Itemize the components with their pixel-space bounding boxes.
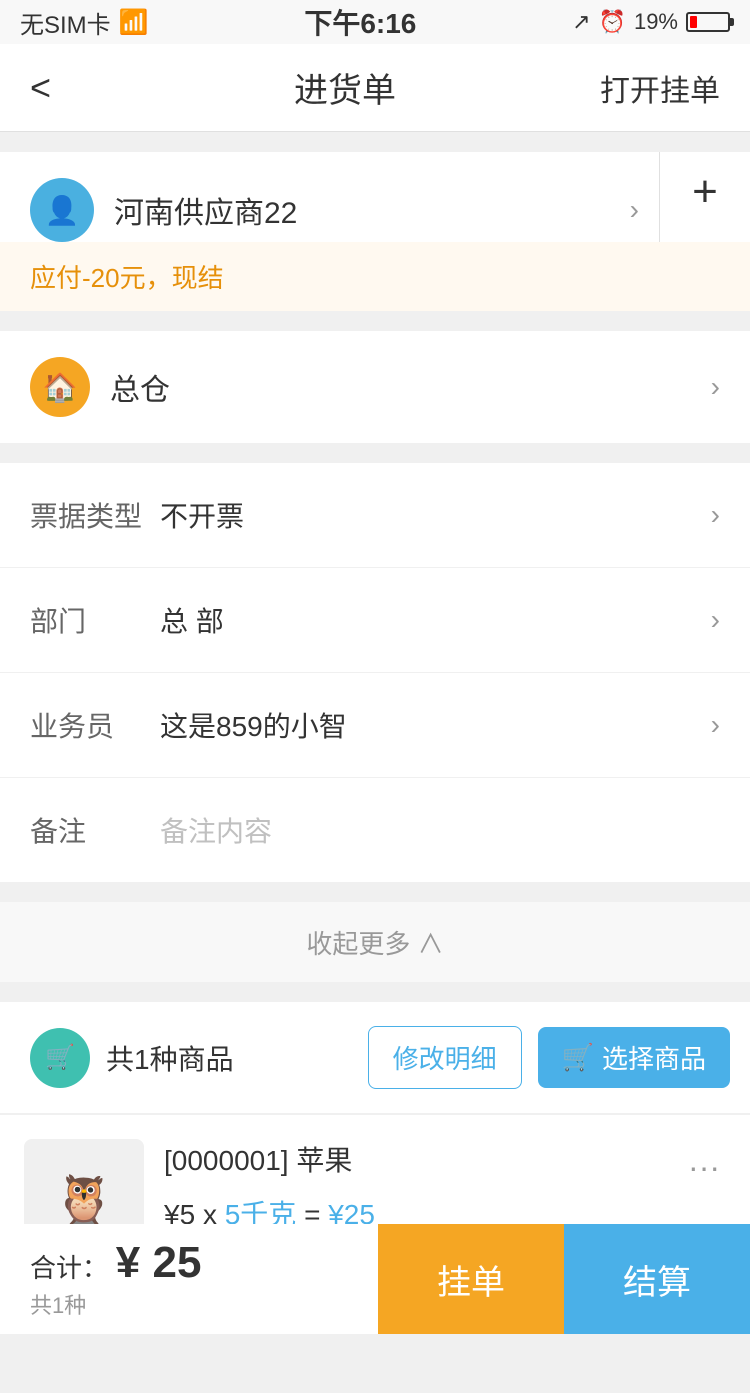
open-pending-button[interactable]: 打开挂单: [600, 66, 720, 110]
gap-1: [0, 132, 750, 152]
supplier-avatar: 👤: [30, 178, 94, 242]
total-line: 合计： ¥ 25: [30, 1238, 348, 1288]
pending-button[interactable]: 挂单: [378, 1224, 564, 1334]
department-row[interactable]: 部门 总 部 ›: [0, 568, 750, 673]
product-name: [0000001] 苹果: [164, 1139, 658, 1179]
bottom-bar: 合计： ¥ 25 共1种 挂单 结算: [0, 1224, 750, 1334]
bottom-total: 合计： ¥ 25 共1种: [0, 1238, 378, 1320]
battery-icon: [686, 12, 730, 32]
supplier-name: 河南供应商22: [114, 188, 620, 232]
collapse-button[interactable]: 收起更多 ∧: [0, 902, 750, 982]
select-product-button[interactable]: 🛒 选择商品: [538, 1027, 730, 1088]
status-bar: 无SIM卡 📶 下午6:16 ↗ ⏰ 19%: [0, 0, 750, 44]
invoice-chevron-icon: ›: [711, 499, 720, 531]
warehouse-chevron-icon: ›: [711, 371, 720, 403]
product-title: 苹果: [296, 1145, 352, 1176]
status-left: 无SIM卡 📶: [20, 5, 149, 40]
warehouse-selector[interactable]: 🏠 总仓 ›: [0, 331, 750, 443]
product-more-button[interactable]: ···: [678, 1139, 730, 1196]
warehouse-name: 总仓: [110, 365, 701, 409]
warehouse-icon: 🏠: [30, 357, 90, 417]
supplier-selector[interactable]: 👤 河南供应商22 ›: [0, 152, 660, 242]
product-code: [0000001]: [164, 1145, 289, 1176]
battery-pct: 19%: [634, 9, 678, 35]
total-amount: ¥ 25: [116, 1238, 202, 1287]
department-value: 总 部: [160, 600, 701, 640]
wifi-icon: 📶: [119, 8, 149, 37]
remark-input[interactable]: 备注内容: [160, 810, 720, 850]
status-time: 下午6:16: [304, 2, 416, 42]
product-header: 🛒 共1种商品 修改明细 🛒 选择商品: [0, 1002, 750, 1113]
supplier-chevron-icon: ›: [630, 194, 639, 226]
page-title: 进货单: [294, 63, 396, 112]
salesman-label: 业务员: [30, 705, 160, 745]
avatar-icon: 👤: [45, 194, 80, 227]
nav-bar: < 进货单 打开挂单: [0, 44, 750, 132]
cart-icon: 🛒: [45, 1043, 75, 1072]
product-info: [0000001] 苹果 ¥5 x 5千克 = ¥25: [164, 1139, 658, 1233]
location-icon: ↗: [572, 9, 590, 35]
invoice-row[interactable]: 票据类型 不开票 ›: [0, 463, 750, 568]
status-right: ↗ ⏰ 19%: [572, 9, 730, 35]
checkout-button[interactable]: 结算: [564, 1224, 750, 1334]
select-icon: 🛒: [562, 1042, 594, 1073]
total-count: 共1种: [30, 1288, 348, 1320]
form-section: 票据类型 不开票 › 部门 总 部 › 业务员 这是859的小智 › 备注 备注…: [0, 463, 750, 882]
remark-label: 备注: [30, 810, 160, 850]
salesman-row[interactable]: 业务员 这是859的小智 ›: [0, 673, 750, 778]
placeholder-owl-icon: 🦉: [54, 1171, 114, 1228]
back-button[interactable]: <: [30, 67, 90, 109]
invoice-value: 不开票: [160, 495, 701, 535]
signal-text: 无SIM卡: [20, 5, 111, 40]
remark-row[interactable]: 备注 备注内容: [0, 778, 750, 882]
product-count: 共1种商品: [106, 1038, 352, 1078]
add-supplier-button[interactable]: +: [660, 152, 750, 242]
alarm-icon: ⏰: [599, 9, 626, 35]
department-label: 部门: [30, 600, 160, 640]
salesman-chevron-icon: ›: [711, 709, 720, 741]
invoice-label: 票据类型: [30, 495, 160, 535]
product-icon: 🛒: [30, 1028, 90, 1088]
supplier-section: 👤 河南供应商22 › +: [0, 152, 750, 242]
select-label: 选择商品: [602, 1039, 706, 1076]
edit-detail-button[interactable]: 修改明细: [368, 1026, 522, 1089]
department-chevron-icon: ›: [711, 604, 720, 636]
payment-notice: 应付-20元，现结: [0, 242, 750, 311]
total-label: 合计：: [30, 1253, 108, 1283]
salesman-value: 这是859的小智: [160, 705, 701, 745]
